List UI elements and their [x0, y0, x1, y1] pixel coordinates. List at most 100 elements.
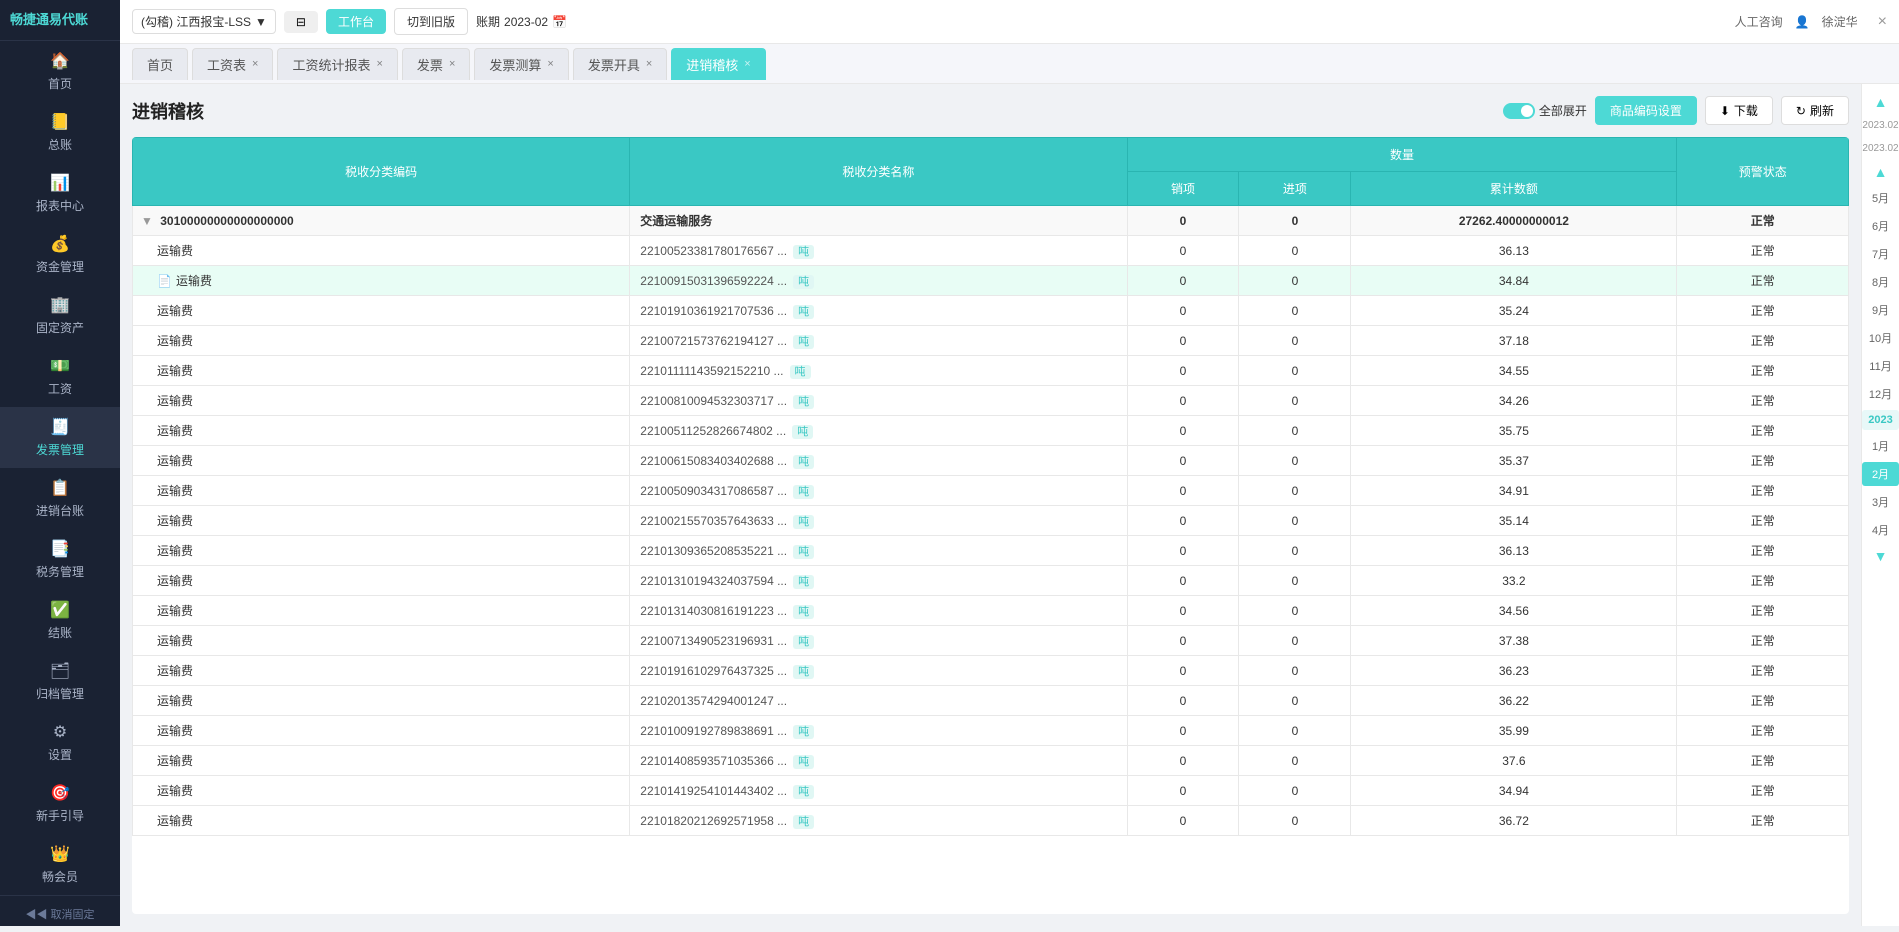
- header-tax-code: 税收分类编码: [133, 138, 630, 206]
- ledger-icon: 📒: [50, 112, 70, 132]
- copy-button[interactable]: ⊟: [284, 11, 318, 33]
- sidebar-item-account[interactable]: ✅结账: [0, 590, 120, 651]
- tab-invoice[interactable]: 发票×: [402, 48, 470, 80]
- page: 进销稽核 全部展开 商品编码设置 ⬇ 下载 ↻ 刷新: [120, 84, 1861, 926]
- item-sales-cell: 0: [1127, 776, 1239, 806]
- download-btn[interactable]: ⬇ 下载: [1705, 96, 1773, 125]
- tab-salary[interactable]: 工资表×: [192, 48, 273, 80]
- tax-icon: 📑: [50, 539, 70, 559]
- month-item-6月[interactable]: 6月: [1862, 214, 1899, 238]
- month-item-9月[interactable]: 9月: [1862, 298, 1899, 322]
- item-sales-cell: 0: [1127, 746, 1239, 776]
- item-sales-cell: 0: [1127, 596, 1239, 626]
- table-row: 运输费 22100713490523196931 ...吨 0 0 37.38 …: [133, 626, 1849, 656]
- toggle-label: 全部展开: [1503, 102, 1587, 119]
- table-row: 运输费 22101916102976437325 ...吨 0 0 36.23 …: [133, 656, 1849, 686]
- sidebar-item-salary[interactable]: 💵工资: [0, 346, 120, 407]
- month-item-11月[interactable]: 11月: [1862, 354, 1899, 378]
- sidebar-item-invoice-mgmt[interactable]: 🧾发票管理: [0, 407, 120, 468]
- group-purchase-cell: 0: [1239, 206, 1351, 236]
- month-item-3月[interactable]: 3月: [1862, 490, 1899, 514]
- sidebar-item-report[interactable]: 📊报表中心: [0, 163, 120, 224]
- month-item-10月[interactable]: 10月: [1862, 326, 1899, 350]
- tab-close-invoice-calc[interactable]: ×: [547, 58, 553, 70]
- sidebar-item-home[interactable]: 🏠首页: [0, 41, 120, 102]
- header-cumulative: 累计数额: [1351, 172, 1677, 206]
- item-sales-cell: 0: [1127, 566, 1239, 596]
- settings-icon: ⚙: [53, 722, 67, 742]
- month-item-4月[interactable]: 4月: [1862, 518, 1899, 542]
- item-purchase-cell: 0: [1239, 446, 1351, 476]
- month-item-2月[interactable]: 2月: [1862, 462, 1899, 486]
- item-cumulative-cell: 34.94: [1351, 776, 1677, 806]
- tab-invoice-calc[interactable]: 发票测算×: [474, 48, 568, 80]
- expand-icon[interactable]: ▼: [141, 214, 153, 228]
- item-invoice-cell: 22102013574294001247 ...: [630, 686, 1127, 716]
- tab-close-invoice[interactable]: ×: [449, 58, 455, 70]
- tab-close-salary[interactable]: ×: [252, 58, 258, 70]
- tabbar: 首页工资表×工资统计报表×发票×发票测算×发票开具×进销稽核×: [120, 44, 1899, 84]
- item-name-cell: 运输费: [133, 776, 630, 806]
- sidebar-item-fund[interactable]: 💰资金管理: [0, 224, 120, 285]
- year-item-2023[interactable]: 2023: [1862, 410, 1899, 430]
- table-row: 运输费 22100511252826674802 ...吨 0 0 35.75 …: [133, 416, 1849, 446]
- month-item-8月[interactable]: 8月: [1862, 270, 1899, 294]
- sidebar-item-asset[interactable]: 🏢固定资产: [0, 285, 120, 346]
- item-invoice-cell: 22101408593571035366 ...吨: [630, 746, 1127, 776]
- month-item-5月[interactable]: 5月: [1862, 186, 1899, 210]
- item-name-cell: 运输费: [133, 656, 630, 686]
- item-invoice-cell: 22101916102976437325 ...吨: [630, 656, 1127, 686]
- tab-salary-stat[interactable]: 工资统计报表×: [277, 48, 397, 80]
- month-item-12月[interactable]: 12月: [1862, 382, 1899, 406]
- switch-version-button[interactable]: 切到旧版: [394, 8, 468, 35]
- goods-code-btn[interactable]: 商品编码设置: [1595, 96, 1697, 125]
- item-status-cell: 正常: [1677, 446, 1849, 476]
- item-status-cell: 正常: [1677, 236, 1849, 266]
- month-item-7月[interactable]: 7月: [1862, 242, 1899, 266]
- chevron-down-icon: ▼: [255, 15, 267, 29]
- year-label-top2: 2023.02: [1861, 139, 1899, 158]
- item-name-cell: 运输费: [133, 746, 630, 776]
- header-sales: 销项: [1127, 172, 1239, 206]
- month-nav-up[interactable]: ▲: [1872, 162, 1890, 182]
- item-cumulative-cell: 34.55: [1351, 356, 1677, 386]
- sidebar-item-sales-ledger[interactable]: 📋进销台账: [0, 468, 120, 529]
- month-nav-down[interactable]: ▼: [1872, 546, 1890, 566]
- tab-invoice-open[interactable]: 发票开具 ×: [573, 48, 667, 80]
- download-icon: ⬇: [1720, 104, 1730, 118]
- tab-close-salary-stat[interactable]: ×: [376, 58, 382, 70]
- salary-icon: 💵: [50, 356, 70, 376]
- year-nav-up[interactable]: ▲: [1872, 92, 1890, 112]
- sidebar-item-vip[interactable]: 👑畅会员: [0, 834, 120, 895]
- sidebar-item-archive[interactable]: 🗂归档管理: [0, 651, 120, 712]
- item-invoice-cell: 22100215570357643633 ...吨: [630, 506, 1127, 536]
- item-sales-cell: 0: [1127, 326, 1239, 356]
- tab-label-invoice-open: 发票开具: [588, 55, 640, 74]
- sidebar-item-guide[interactable]: 🎯新手引导: [0, 773, 120, 834]
- tab-close-invoice-open[interactable]: ×: [646, 58, 652, 70]
- unpin-button[interactable]: ◀◀ 取消固定: [0, 895, 120, 932]
- user-avatar: 👤: [1795, 15, 1810, 29]
- refresh-btn[interactable]: ↻ 刷新: [1781, 96, 1849, 125]
- sidebar-item-settings[interactable]: ⚙设置: [0, 712, 120, 773]
- company-selector[interactable]: (勾稽) 江西报宝-LSS ▼: [132, 9, 276, 34]
- sidebar-item-tax[interactable]: 📑税务管理: [0, 529, 120, 590]
- expand-toggle[interactable]: [1503, 103, 1535, 119]
- item-purchase-cell: 0: [1239, 266, 1351, 296]
- item-invoice-cell: 22101419254101443402 ...吨: [630, 776, 1127, 806]
- support-label[interactable]: 人工咨询: [1735, 13, 1783, 30]
- calendar-icon[interactable]: 📅: [552, 15, 567, 29]
- item-name-cell: 运输费: [133, 686, 630, 716]
- tab-home[interactable]: 首页: [132, 48, 188, 80]
- group-cumulative-cell: 27262.40000000012: [1351, 206, 1677, 236]
- workbench-button[interactable]: 工作台: [326, 9, 386, 34]
- item-name-cell: 运输费: [133, 476, 630, 506]
- topbar-close-button[interactable]: ×: [1878, 13, 1887, 31]
- tab-sales-check[interactable]: 进销稽核×: [671, 48, 765, 80]
- app-logo: 畅捷通易代账: [0, 0, 120, 41]
- item-status-cell: 正常: [1677, 746, 1849, 776]
- month-item-1月[interactable]: 1月: [1862, 434, 1899, 458]
- tab-close-sales-check[interactable]: ×: [744, 58, 750, 70]
- item-purchase-cell: 0: [1239, 356, 1351, 386]
- sidebar-item-ledger[interactable]: 📒总账: [0, 102, 120, 163]
